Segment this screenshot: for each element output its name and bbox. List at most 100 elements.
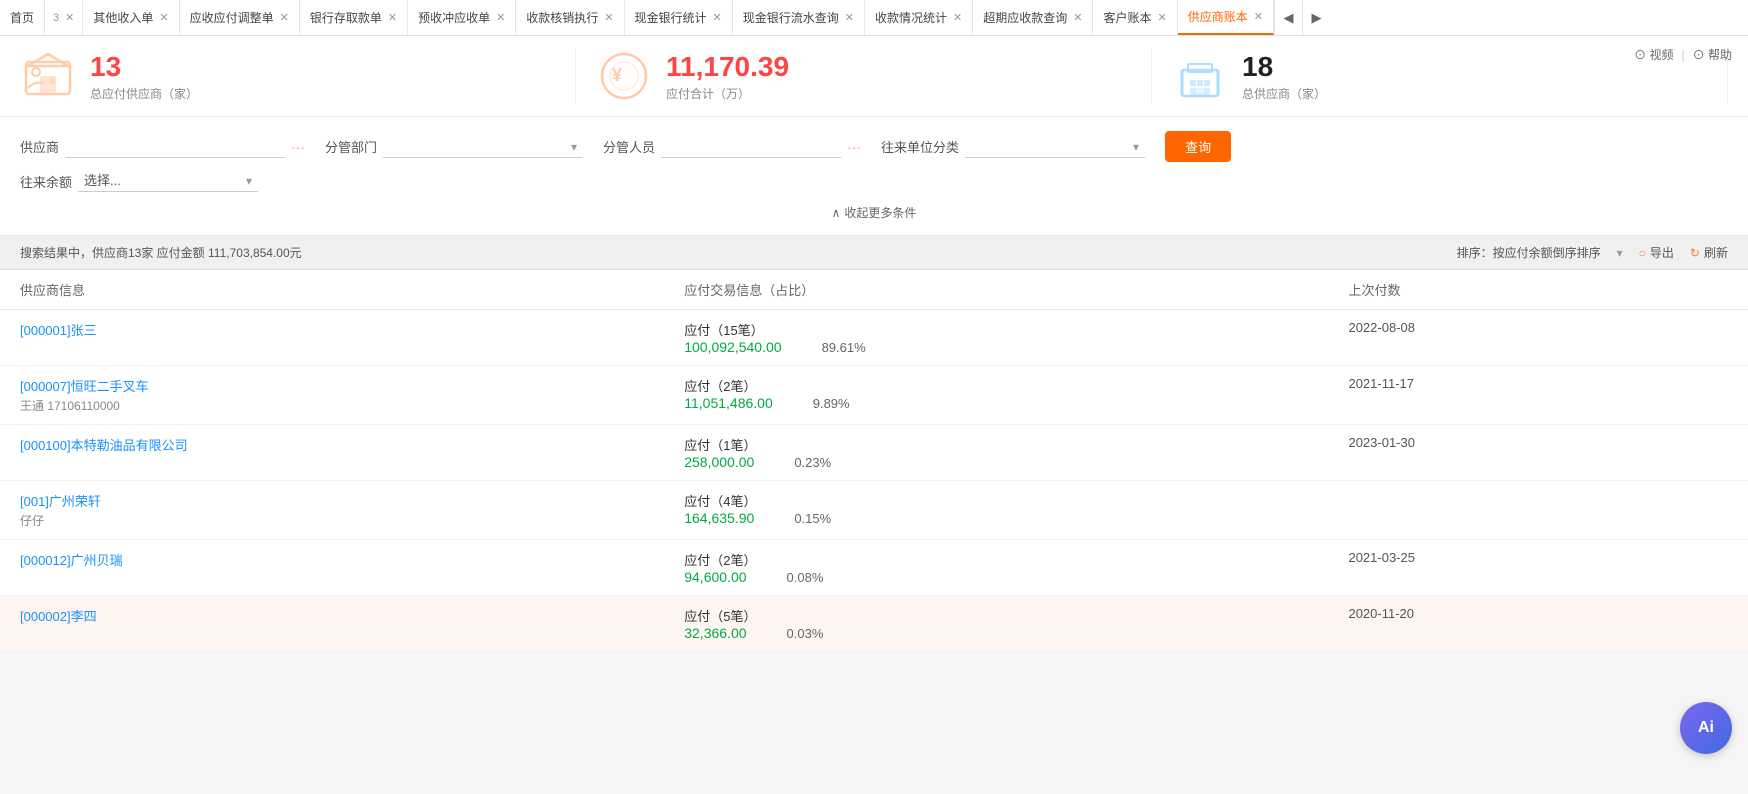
last-payment-cell: 2021-11-17: [1328, 366, 1748, 425]
supplier-link[interactable]: [000001]张三: [20, 323, 97, 338]
transaction-cell: 应付（2笔） 11,051,486.00 9.89%: [664, 366, 1328, 425]
export-button[interactable]: ○ 导出: [1639, 244, 1674, 261]
nav-customer-book-close[interactable]: ✕: [1157, 11, 1166, 24]
last-payment-cell: 2023-01-30: [1328, 425, 1748, 481]
nav-ar-ap-adjust-close[interactable]: ✕: [280, 11, 289, 24]
filter-person-label: 分管人员: [603, 137, 655, 156]
last-payment-cell: 2021-03-25: [1328, 540, 1748, 596]
col-transaction-info: 应付交易信息（占比）: [664, 270, 1328, 310]
nav-prepay-ar-close[interactable]: ✕: [496, 11, 505, 24]
payable-count: 应付（5笔）: [684, 606, 1308, 625]
filter-balance-select[interactable]: 选择...: [78, 170, 258, 192]
nav-ar-ap-adjust-label: 应收应付调整单: [190, 9, 274, 26]
payable-amount[interactable]: 164,635.90: [684, 510, 754, 526]
supplier-dots-icon[interactable]: ···: [291, 139, 305, 155]
filter-dept-select[interactable]: [383, 136, 583, 158]
payable-amount[interactable]: 11,051,486.00: [684, 395, 773, 411]
payable-amount[interactable]: 94,600.00: [684, 569, 746, 585]
nav-prepay-ar[interactable]: 预收冲应收单 ✕: [408, 0, 516, 35]
nav-supplier-book-close[interactable]: ✕: [1254, 10, 1263, 23]
supplier-link[interactable]: [000012]广州贝瑞: [20, 553, 123, 568]
supplier-cell: [000002]李四: [0, 596, 664, 652]
query-button[interactable]: 查询: [1165, 131, 1231, 162]
filter-unit-class-label: 往来单位分类: [881, 137, 959, 156]
ai-button[interactable]: Ai: [1680, 702, 1732, 754]
nav-customer-book[interactable]: 客户账本 ✕: [1093, 0, 1177, 35]
nav-left-arrow[interactable]: ◀: [1274, 0, 1302, 36]
nav-receipt-stat-close[interactable]: ✕: [953, 11, 962, 24]
nav-overdue-ar-label: 超期应收款查询: [983, 9, 1067, 26]
nav-overdue-ar-close[interactable]: ✕: [1073, 11, 1082, 24]
video-link[interactable]: ⊙ 视频: [1634, 46, 1673, 63]
help-link[interactable]: ⊙ 帮助: [1693, 46, 1732, 63]
nav-receipt-verify-close[interactable]: ✕: [604, 11, 613, 24]
last-payment-cell: 2020-11-20: [1328, 596, 1748, 652]
refresh-button[interactable]: ↻ 刷新: [1690, 244, 1728, 261]
payable-amount[interactable]: 32,366.00: [684, 625, 746, 641]
payable-count: 应付（1笔）: [684, 435, 1308, 454]
nav-supplier-book[interactable]: 供应商账本 ✕: [1178, 0, 1274, 35]
table-row: [000002]李四 应付（5笔） 32,366.00 0.03% 2020-1…: [0, 596, 1748, 652]
filter-row-2: 往来余额 选择...: [20, 170, 1728, 192]
stat-info-payable-amount: 11,170.39 应付合计（万）: [666, 50, 789, 103]
collapse-button[interactable]: ∧ 收起更多条件: [820, 200, 929, 225]
result-text: 搜索结果中，供应商13家 应付金额 111,703,854.00元: [20, 244, 302, 261]
chevron-down-icon: ▾: [1617, 246, 1623, 260]
transaction-cell: 应付（4笔） 164,635.90 0.15%: [664, 481, 1328, 540]
nav-tab3[interactable]: 3 ✕: [45, 0, 83, 35]
nav-cash-bank-flow-close[interactable]: ✕: [845, 11, 854, 24]
payable-count: 应付（4笔）: [684, 491, 1308, 510]
nav-home[interactable]: 首页: [0, 0, 45, 35]
col-supplier-info: 供应商信息: [0, 270, 664, 310]
nav-right-arrow[interactable]: ▶: [1302, 0, 1330, 36]
nav-overdue-ar[interactable]: 超期应收款查询 ✕: [973, 0, 1093, 35]
supplier-sub: 王通 17106110000: [20, 397, 644, 414]
nav-tab3-close[interactable]: ✕: [65, 11, 74, 24]
ai-label: Ai: [1698, 719, 1714, 737]
filter-person: 分管人员 ···: [603, 136, 861, 158]
table-row: [000100]本特勒油品有限公司 应付（1笔） 258,000.00 0.23…: [0, 425, 1748, 481]
filter-person-input[interactable]: [661, 136, 841, 158]
filter-supplier: 供应商 ···: [20, 136, 305, 158]
table-scroll[interactable]: 供应商信息 应付交易信息（占比） 上次付数 [000001]张三 应付（15笔）…: [0, 270, 1748, 652]
payable-count: 应付（2笔）: [684, 376, 1308, 395]
supplier-link[interactable]: [000007]恒旺二手叉车: [20, 379, 149, 394]
supplier-link[interactable]: [000002]李四: [20, 609, 97, 624]
nav-ar-ap-adjust[interactable]: 应收应付调整单 ✕: [180, 0, 300, 35]
nav-other-income-close[interactable]: ✕: [159, 11, 168, 24]
payable-amount[interactable]: 258,000.00: [684, 454, 754, 470]
nav-cash-bank-stat-close[interactable]: ✕: [713, 11, 722, 24]
stat-card-payable-suppliers: ¥ 13 总应付供应商（家）: [20, 48, 576, 104]
supplier-cell: [001]广州荣轩 仔仔: [0, 481, 664, 540]
transaction-cell: 应付（5笔） 32,366.00 0.03%: [664, 596, 1328, 652]
supplier-link[interactable]: [001]广州荣轩: [20, 494, 101, 509]
collapse-label: 收起更多条件: [844, 204, 916, 221]
nav-other-income[interactable]: 其他收入单 ✕: [83, 0, 179, 35]
table-row: [000007]恒旺二手叉车 王通 17106110000 应付（2笔） 11,…: [0, 366, 1748, 425]
filter-supplier-input[interactable]: [65, 136, 285, 158]
payable-percentage: 0.23%: [794, 455, 831, 470]
nav-cash-bank-flow[interactable]: 现金银行流水查询 ✕: [733, 0, 865, 35]
last-payment-cell: [1328, 481, 1748, 540]
nav-bank-deposit[interactable]: 银行存取款单 ✕: [300, 0, 408, 35]
filter-balance-wrapper: 选择...: [78, 170, 258, 192]
payable-amount[interactable]: 100,092,540.00: [684, 339, 781, 355]
supplier-icon-1: ¥: [20, 48, 76, 104]
svg-text:¥: ¥: [49, 76, 56, 86]
stat-card-payable-amount: ¥ 11,170.39 应付合计（万）: [576, 48, 1152, 104]
nav-bank-deposit-close[interactable]: ✕: [388, 11, 397, 24]
last-payment-cell: 2022-08-08: [1328, 310, 1748, 366]
transaction-cell: 应付（15笔） 100,092,540.00 89.61%: [664, 310, 1328, 366]
person-dots-icon[interactable]: ···: [847, 139, 861, 155]
supplier-link[interactable]: [000100]本特勒油品有限公司: [20, 438, 188, 453]
nav-receipt-stat-label: 收款情况统计: [875, 9, 947, 26]
payable-percentage: 0.15%: [794, 511, 831, 526]
table-row: [000001]张三 应付（15笔） 100,092,540.00 89.61%…: [0, 310, 1748, 366]
filter-unit-class-select[interactable]: [965, 136, 1145, 158]
nav-receipt-verify[interactable]: 收款核销执行 ✕: [516, 0, 624, 35]
chevron-up-icon: ∧: [832, 206, 841, 220]
nav-receipt-stat[interactable]: 收款情况统计 ✕: [865, 0, 973, 35]
filter-balance-label: 往来余额: [20, 172, 72, 191]
nav-cash-bank-stat[interactable]: 现金银行统计 ✕: [625, 0, 733, 35]
filter-supplier-label: 供应商: [20, 137, 59, 156]
